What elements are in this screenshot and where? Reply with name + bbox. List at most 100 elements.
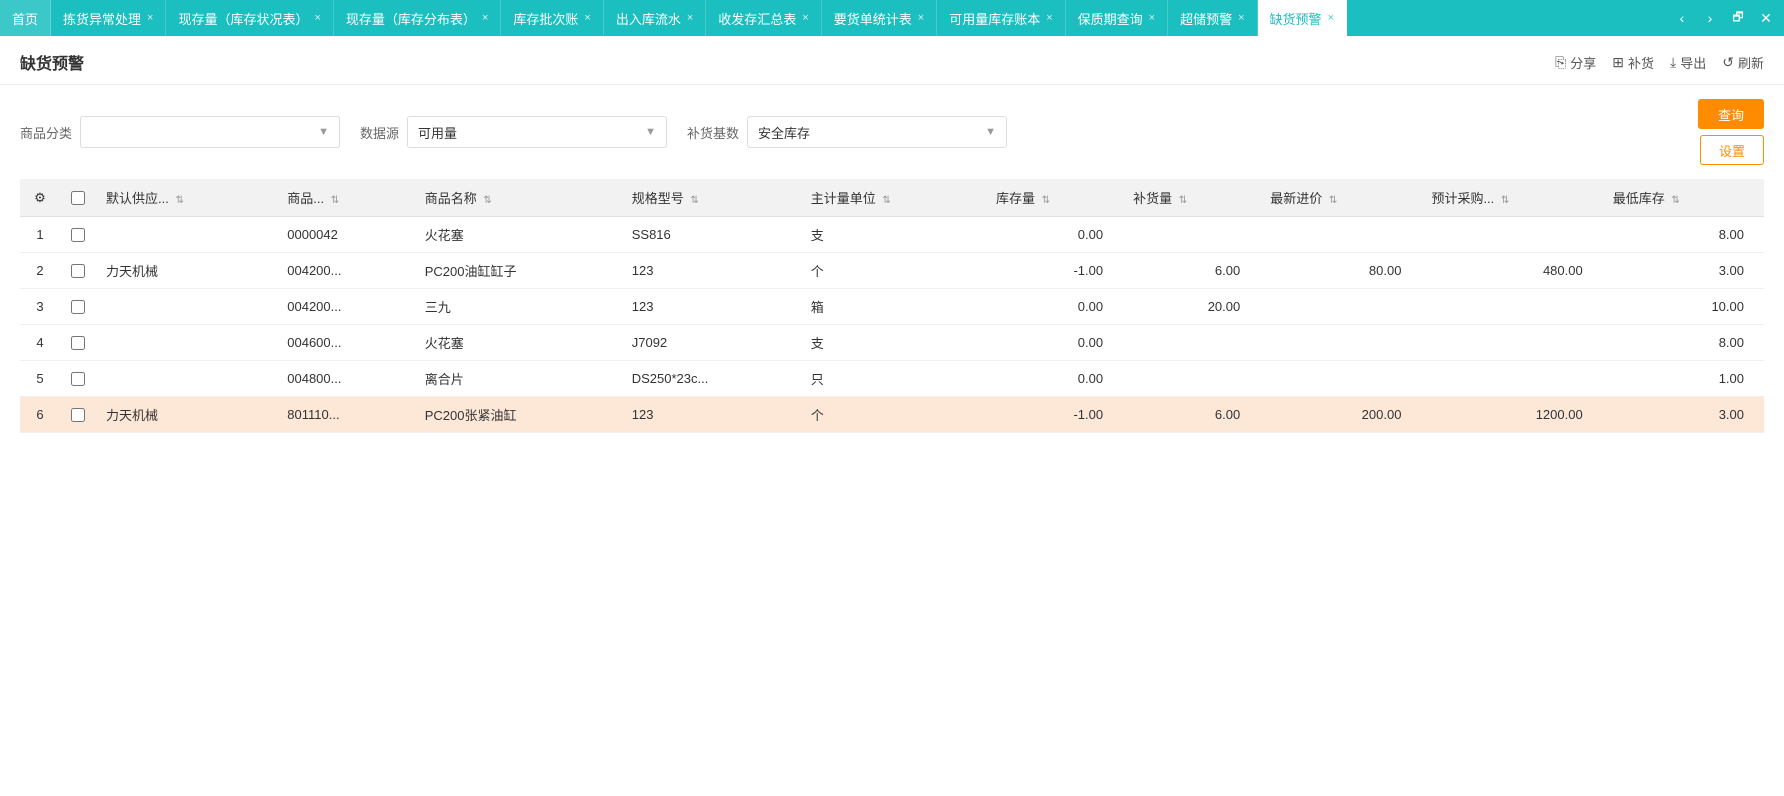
share-icon: ⎘ [1555, 54, 1566, 71]
close-icon[interactable]: × [1149, 12, 1155, 24]
chevron-down-icon: ▼ [318, 126, 329, 138]
close-icon[interactable]: × [687, 12, 693, 24]
close-icon[interactable]: × [802, 12, 808, 24]
category-select[interactable]: ▼ [80, 116, 340, 148]
sort-icon: ⇅ [882, 195, 890, 206]
nav-tab-1[interactable]: 拣货异常处理 × [51, 0, 166, 36]
share-button[interactable]: ⎘ 分享 [1555, 53, 1596, 72]
row-spec: SS816 [622, 217, 801, 253]
row-min-stock: 10.00 [1603, 289, 1764, 325]
query-button[interactable]: 查询 [1698, 99, 1764, 129]
nav-next-button[interactable]: › [1696, 4, 1724, 32]
th-supplier[interactable]: 默认供应... ⇅ [96, 179, 277, 217]
th-unit[interactable]: 主计量单位 ⇅ [801, 179, 986, 217]
nav-tab-9[interactable]: 保质期查询 × [1066, 0, 1168, 36]
th-product-name[interactable]: 商品名称 ⇅ [415, 179, 622, 217]
replenish-base-select[interactable]: 安全库存 ▼ [747, 116, 1007, 148]
nav-prev-button[interactable]: ‹ [1668, 4, 1696, 32]
nav-tab-11[interactable]: 缺货预警 × [1258, 0, 1347, 36]
nav-tab-3[interactable]: 现存量（库存分布表） × [334, 0, 501, 36]
nav-tab-label: 可用量库存账本 [949, 9, 1040, 28]
nav-tab-5[interactable]: 出入库流水 × [604, 0, 706, 36]
settings-button[interactable]: 设置 [1700, 135, 1764, 165]
row-check-cell [60, 397, 96, 433]
nav-tab-10[interactable]: 超储预警 × [1168, 0, 1257, 36]
nav-close-button[interactable]: ✕ [1752, 4, 1780, 32]
row-replenish [1123, 217, 1260, 253]
row-est-purchase [1421, 289, 1602, 325]
datasource-value: 可用量 [418, 123, 457, 142]
filter-group-category: 商品分类 ▼ [20, 116, 340, 148]
row-product-code: 0000042 [277, 217, 414, 253]
export-button[interactable]: ⤓ 导出 [1670, 53, 1706, 72]
chevron-down-icon: ▼ [645, 126, 656, 138]
th-est-purchase[interactable]: 预计采购... ⇅ [1421, 179, 1602, 217]
close-icon[interactable]: × [482, 12, 488, 24]
close-icon[interactable]: × [1238, 12, 1244, 24]
nav-tab-7[interactable]: 要货单统计表 × [822, 0, 937, 36]
row-product-name: 火花塞 [415, 325, 622, 361]
replenish-button[interactable]: ⊞ 补货 [1612, 53, 1654, 72]
row-checkbox[interactable] [71, 264, 85, 278]
row-checkbox[interactable] [71, 228, 85, 242]
nav-tab-8[interactable]: 可用量库存账本 × [937, 0, 1065, 36]
row-product-name: PC200油缸缸子 [415, 253, 622, 289]
close-icon[interactable]: × [1328, 12, 1334, 24]
filter-actions: 查询 设置 [1698, 99, 1764, 165]
refresh-button[interactable]: ↺ 刷新 [1722, 53, 1764, 72]
th-min-stock[interactable]: 最低库存 ⇅ [1603, 179, 1764, 217]
row-product-code: 004800... [277, 361, 414, 397]
close-icon[interactable]: × [584, 12, 590, 24]
top-navigation: 首页 拣货异常处理 × 现存量（库存状况表） × 现存量（库存分布表） × 库存… [0, 0, 1784, 36]
row-latest-price [1260, 289, 1421, 325]
row-product-code: 004600... [277, 325, 414, 361]
nav-tab-4[interactable]: 库存批次账 × [501, 0, 603, 36]
export-icon: ⤓ [1670, 54, 1676, 71]
row-min-stock: 3.00 [1603, 397, 1764, 433]
th-latest-price[interactable]: 最新进价 ⇅ [1260, 179, 1421, 217]
row-min-stock: 8.00 [1603, 325, 1764, 361]
row-min-stock: 8.00 [1603, 217, 1764, 253]
row-checkbox[interactable] [71, 372, 85, 386]
row-unit: 只 [801, 361, 986, 397]
row-checkbox[interactable] [71, 336, 85, 350]
row-num: 2 [20, 253, 60, 289]
row-spec: 123 [622, 289, 801, 325]
th-spec[interactable]: 规格型号 ⇅ [622, 179, 801, 217]
row-stock: 0.00 [986, 289, 1123, 325]
row-product-name: PC200张紧油缸 [415, 397, 622, 433]
sort-icon: ⇅ [1042, 195, 1050, 206]
row-spec: J7092 [622, 325, 801, 361]
th-gear[interactable]: ⚙ [20, 179, 60, 217]
close-icon[interactable]: × [1046, 12, 1052, 24]
row-est-purchase [1421, 325, 1602, 361]
nav-tab-2[interactable]: 现存量（库存状况表） × [166, 0, 333, 36]
row-checkbox[interactable] [71, 408, 85, 422]
row-replenish: 6.00 [1123, 253, 1260, 289]
close-icon[interactable]: × [314, 12, 320, 24]
row-replenish: 20.00 [1123, 289, 1260, 325]
nav-controls: ‹ › 🗗 ✕ [1668, 4, 1784, 32]
nav-tab-6[interactable]: 收发存汇总表 × [706, 0, 821, 36]
datasource-select[interactable]: 可用量 ▼ [407, 116, 667, 148]
row-replenish [1123, 325, 1260, 361]
row-checkbox[interactable] [71, 300, 85, 314]
close-icon[interactable]: × [147, 12, 153, 24]
nav-tab-label: 现存量（库存状况表） [178, 9, 308, 28]
nav-tab-home[interactable]: 首页 [0, 0, 51, 36]
sort-icon: ⇅ [1501, 195, 1509, 206]
close-icon[interactable]: × [918, 12, 924, 24]
select-all-checkbox[interactable] [71, 191, 85, 205]
th-check [60, 179, 96, 217]
row-product-name: 火花塞 [415, 217, 622, 253]
data-table: ⚙ 默认供应... ⇅ 商品... ⇅ [20, 179, 1764, 433]
category-label: 商品分类 [20, 123, 72, 142]
row-latest-price: 200.00 [1260, 397, 1421, 433]
nav-tab-label: 缺货预警 [1270, 9, 1322, 28]
nav-restore-button[interactable]: 🗗 [1724, 4, 1752, 32]
chevron-down-icon: ▼ [985, 126, 996, 138]
nav-tab-label: 收发存汇总表 [718, 9, 796, 28]
th-product-code[interactable]: 商品... ⇅ [277, 179, 414, 217]
th-replenish[interactable]: 补货量 ⇅ [1123, 179, 1260, 217]
th-stock[interactable]: 库存量 ⇅ [986, 179, 1123, 217]
